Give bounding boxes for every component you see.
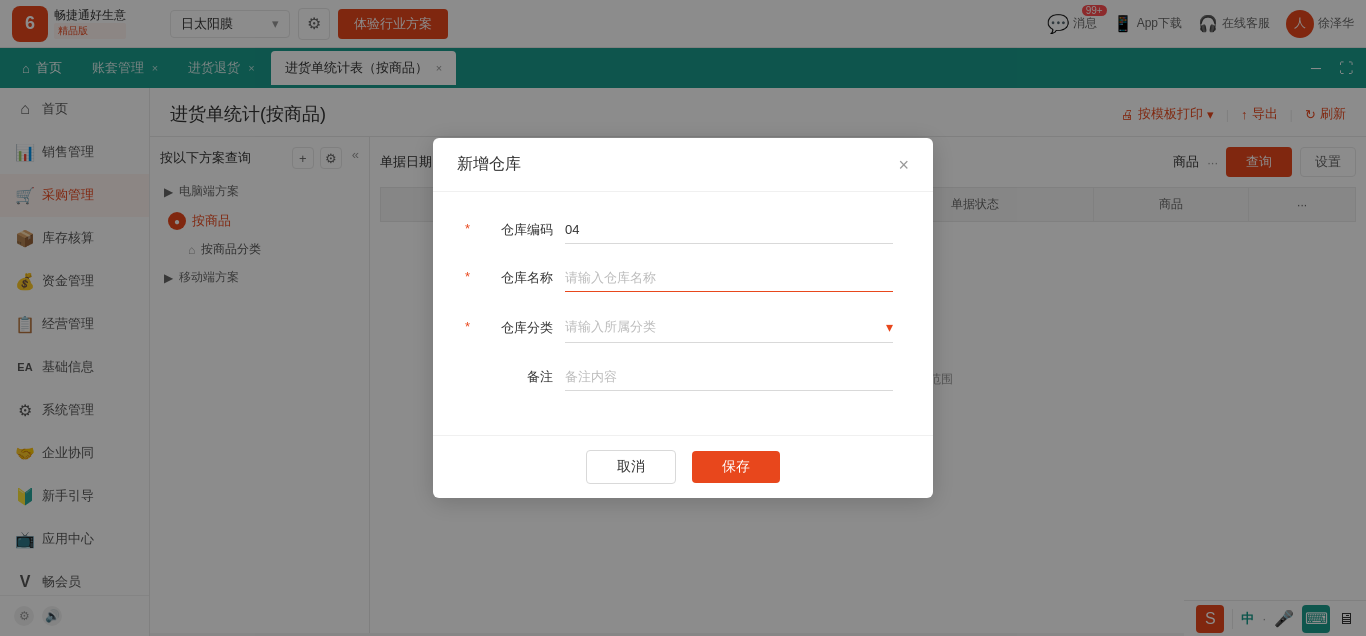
modal-footer: 取消 保存: [433, 435, 933, 498]
category-select[interactable]: 请输入所属分类 ▾: [565, 312, 893, 343]
name-label: 仓库名称: [473, 269, 553, 287]
name-input[interactable]: [565, 264, 893, 292]
category-label: 仓库分类: [473, 319, 553, 337]
modal-overlay: 新增仓库 × 仓库编码 仓库名称 仓库分类 请输入所属分类 ▾: [0, 0, 1366, 636]
modal-title: 新增仓库: [457, 154, 521, 175]
modal-close-btn[interactable]: ×: [898, 156, 909, 174]
code-label: 仓库编码: [473, 221, 553, 239]
save-btn[interactable]: 保存: [692, 451, 780, 483]
form-row-category: 仓库分类 请输入所属分类 ▾: [473, 312, 893, 343]
code-input[interactable]: [565, 216, 893, 244]
cancel-btn[interactable]: 取消: [586, 450, 676, 484]
modal-header: 新增仓库 ×: [433, 138, 933, 192]
form-row-code: 仓库编码: [473, 216, 893, 244]
category-placeholder: 请输入所属分类: [565, 318, 886, 336]
form-row-name: 仓库名称: [473, 264, 893, 292]
remark-label: 备注: [473, 368, 553, 386]
remark-input[interactable]: [565, 363, 893, 391]
new-warehouse-modal: 新增仓库 × 仓库编码 仓库名称 仓库分类 请输入所属分类 ▾: [433, 138, 933, 498]
modal-body: 仓库编码 仓库名称 仓库分类 请输入所属分类 ▾ 备注: [433, 192, 933, 435]
form-row-remark: 备注: [473, 363, 893, 391]
category-dropdown-icon: ▾: [886, 319, 893, 335]
